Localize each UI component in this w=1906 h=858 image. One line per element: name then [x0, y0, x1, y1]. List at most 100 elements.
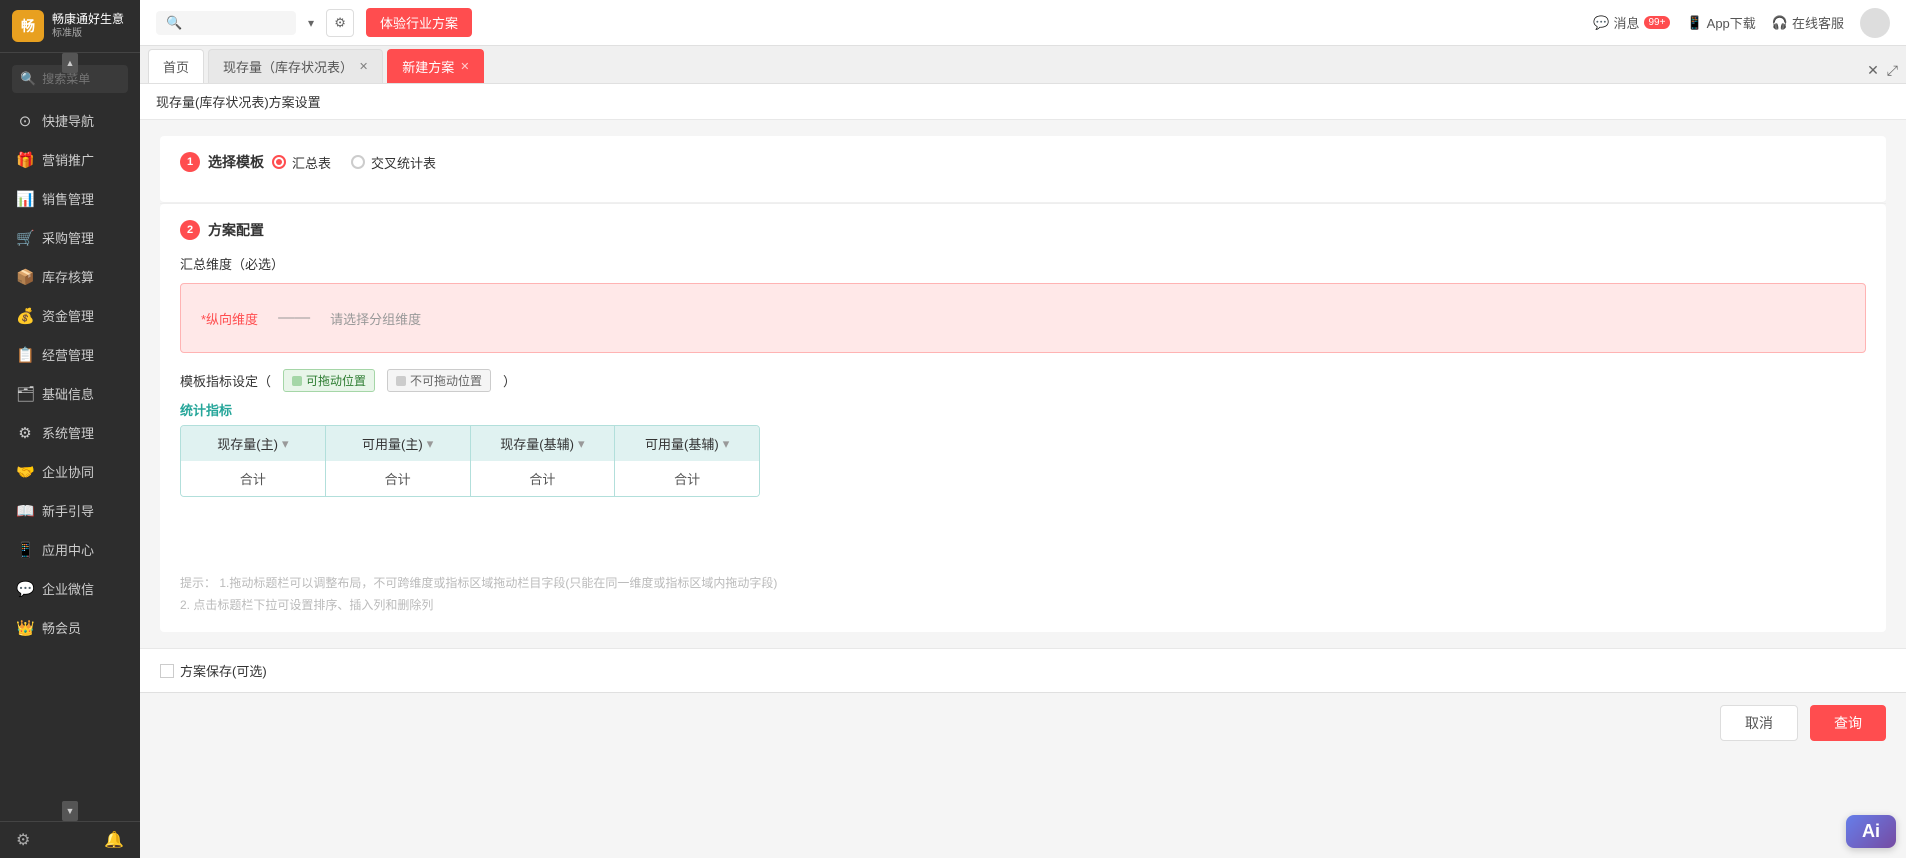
- tab-expand-icon[interactable]: ⤢: [1887, 62, 1898, 79]
- sidebar-item-purchase[interactable]: 🛒 采购管理: [0, 218, 140, 257]
- online-service-button[interactable]: 🎧 在线客服: [1772, 13, 1844, 32]
- appstore-icon: 📱: [16, 541, 34, 559]
- sales-icon: 📊: [16, 190, 34, 208]
- stats-table: 现存量(主) ▾ 可用量(主) ▾: [180, 425, 760, 497]
- step2-title: 方案配置: [208, 220, 264, 240]
- col-current-main[interactable]: 现存量(主) ▾: [181, 426, 326, 461]
- page-title: 现存量(库存状况表)方案设置: [156, 95, 321, 110]
- system-icon: ⚙: [16, 424, 34, 442]
- cell-available-main: 合计: [326, 461, 471, 496]
- radio-crosstab[interactable]: 交叉统计表: [351, 153, 436, 172]
- settings-icon: ⚙: [334, 15, 346, 31]
- col-current-aux[interactable]: 现存量(基辅) ▾: [471, 426, 616, 461]
- sidebar-item-basic[interactable]: 🗂 基础信息: [0, 374, 140, 413]
- footer-bar: 取消 查询: [140, 692, 1906, 753]
- app-brand: 畅康通好生意 标准版: [52, 11, 124, 42]
- col-available-main[interactable]: 可用量(主) ▾: [326, 426, 471, 461]
- indicators-section: 模板指标设定（ 可拖动位置 不可拖动位置 ） 统计指标: [180, 369, 1866, 616]
- search-input[interactable]: [42, 72, 120, 86]
- sidebar-item-wechat[interactable]: 💬 企业微信: [0, 569, 140, 608]
- member-icon: 👑: [16, 619, 34, 637]
- form-body: 1 选择模板 汇总表 交叉统计表: [140, 120, 1906, 648]
- dimension-arrow: ——: [278, 309, 310, 327]
- sidebar-item-sales[interactable]: 📊 销售管理: [0, 179, 140, 218]
- topbar: 🔍 ▾ ⚙ 体验行业方案 💬 消息 99+ 📱 App下载 🎧 在线客服: [140, 0, 1906, 46]
- vertical-label: *纵向维度: [201, 309, 258, 328]
- tab-new-scheme-close[interactable]: ✕: [460, 60, 469, 73]
- col-available-aux[interactable]: 可用量(基辅) ▾: [615, 426, 759, 461]
- message-button[interactable]: 💬 消息 99+: [1593, 13, 1670, 32]
- marketing-icon: 🎁: [16, 151, 34, 169]
- step1-header: 1 选择模板 汇总表 交叉统计表: [180, 152, 1866, 172]
- step1-section: 1 选择模板 汇总表 交叉统计表: [160, 136, 1886, 203]
- sidebar-item-guide[interactable]: 📖 新手引导: [0, 491, 140, 530]
- sidebar-item-enterprise[interactable]: 🤝 企业协同: [0, 452, 140, 491]
- col-dropdown-3[interactable]: ▾: [578, 436, 585, 452]
- phone-icon: 📱: [1686, 15, 1702, 31]
- template-radio-group: 汇总表 交叉统计表: [272, 153, 436, 172]
- sidebar-item-inventory[interactable]: 📦 库存核算: [0, 257, 140, 296]
- topbar-settings-button[interactable]: ⚙: [326, 9, 354, 37]
- sidebar-footer: ⚙ 🔔: [0, 821, 140, 858]
- dimension-placeholder: 请选择分组维度: [330, 309, 421, 328]
- step2-badge: 2: [180, 220, 200, 240]
- query-button[interactable]: 查询: [1810, 705, 1886, 741]
- sidebar-settings-icon[interactable]: ⚙: [16, 830, 30, 850]
- tab-home[interactable]: 首页: [148, 49, 204, 83]
- finance-icon: 💰: [16, 307, 34, 325]
- tip-2: 2. 点击标题栏下拉可设置排序、插入列和删除列: [180, 595, 1866, 617]
- inventory-icon: 📦: [16, 268, 34, 286]
- tab-close-all-icon[interactable]: ✕: [1867, 62, 1879, 79]
- indicators-label-row: 模板指标设定（ 可拖动位置 不可拖动位置 ）: [180, 369, 1866, 392]
- sidebar-item-appstore[interactable]: 📱 应用中心: [0, 530, 140, 569]
- sidebar-sound-icon[interactable]: 🔔: [104, 830, 124, 850]
- sidebar-nav: 🔍 ⊙ 快捷导航 🎁 营销推广 📊 销售管理 🛒 采购管理 📦 库存核算 💰 资…: [0, 53, 140, 801]
- sidebar-scroll-up[interactable]: ▲: [62, 53, 78, 73]
- not-draggable-tag: 不可拖动位置: [387, 369, 491, 392]
- dimension-box[interactable]: *纵向维度 —— 请选择分组维度: [180, 283, 1866, 353]
- sidebar: 畅 畅康通好生意 标准版 ▲ 🔍 ⊙ 快捷导航 🎁 营销推广 📊 销售管理 🛒 …: [0, 0, 140, 858]
- enterprise-icon: 🤝: [16, 463, 34, 481]
- save-checkbox[interactable]: [160, 664, 174, 678]
- dimension-label: 汇总维度（必选）: [180, 254, 1866, 273]
- step2-section: 2 方案配置 汇总维度（必选） *纵向维度 —— 请选择分组维度 模板指标设定（: [160, 204, 1886, 632]
- search-icon: 🔍: [20, 71, 36, 87]
- sidebar-item-system[interactable]: ⚙ 系统管理: [0, 413, 140, 452]
- save-label: 方案保存(可选): [180, 661, 267, 680]
- sidebar-item-member[interactable]: 👑 畅会员: [0, 608, 140, 647]
- message-icon: 💬: [1593, 15, 1609, 31]
- topbar-search-input[interactable]: [188, 16, 286, 30]
- cell-current-main: 合计: [181, 461, 326, 496]
- radio-summary[interactable]: 汇总表: [272, 153, 331, 172]
- col-dropdown-2[interactable]: ▾: [427, 436, 434, 452]
- step2-header: 2 方案配置: [180, 220, 1866, 240]
- message-badge: 99+: [1644, 16, 1671, 29]
- tips-section: 提示： 1.拖动标题栏可以调整布局，不可跨维度或指标区域拖动栏目字段(只能在同一…: [180, 573, 1866, 616]
- step1-badge: 1: [180, 152, 200, 172]
- app-download-button[interactable]: 📱 App下载: [1686, 13, 1755, 32]
- sidebar-scroll-down[interactable]: ▼: [62, 801, 78, 821]
- step1-title: 选择模板: [208, 152, 264, 172]
- tab-inventory-status[interactable]: 现存量（库存状况表） ✕: [208, 49, 383, 83]
- draggable-icon: [292, 376, 302, 386]
- tab-new-scheme[interactable]: 新建方案 ✕: [387, 49, 484, 83]
- guide-icon: 📖: [16, 502, 34, 520]
- sidebar-item-marketing[interactable]: 🎁 营销推广: [0, 140, 140, 179]
- purchase-icon: 🛒: [16, 229, 34, 247]
- main-area: 🔍 ▾ ⚙ 体验行业方案 💬 消息 99+ 📱 App下载 🎧 在线客服: [140, 0, 1906, 858]
- ai-button[interactable]: Ai: [1846, 815, 1896, 848]
- radio-summary-dot: [272, 155, 286, 169]
- sidebar-item-operation[interactable]: 📋 经营管理: [0, 335, 140, 374]
- cancel-button[interactable]: 取消: [1720, 705, 1798, 741]
- topbar-search-box[interactable]: 🔍: [156, 11, 296, 35]
- sidebar-item-shortcut[interactable]: ⊙ 快捷导航: [0, 101, 140, 140]
- user-avatar[interactable]: [1860, 8, 1890, 38]
- trial-button[interactable]: 体验行业方案: [366, 8, 472, 37]
- radio-crosstab-dot: [351, 155, 365, 169]
- col-dropdown-4[interactable]: ▾: [723, 436, 730, 452]
- col-dropdown-1[interactable]: ▾: [282, 436, 289, 452]
- topbar-dropdown-icon[interactable]: ▾: [308, 16, 314, 30]
- sidebar-item-finance[interactable]: 💰 资金管理: [0, 296, 140, 335]
- tab-inventory-close[interactable]: ✕: [359, 60, 368, 73]
- stats-table-body: 合计 合计 合计 合计: [181, 461, 759, 496]
